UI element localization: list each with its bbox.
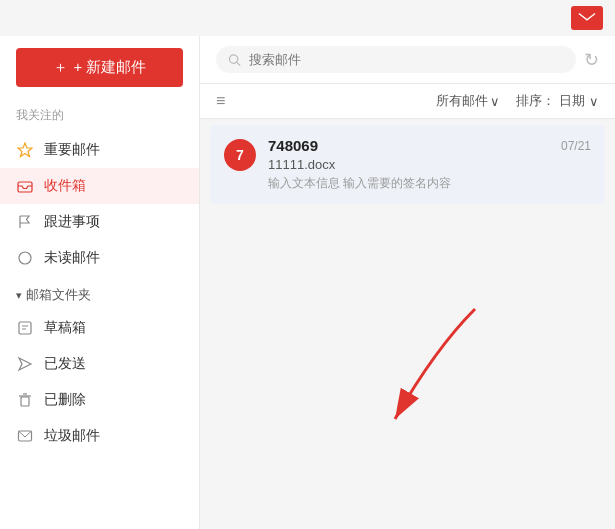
svg-rect-4 bbox=[19, 322, 31, 334]
inbox-icon bbox=[16, 177, 34, 195]
sidebar-item-deleted[interactable]: 已删除 bbox=[0, 382, 199, 418]
sort-dropdown[interactable]: 排序： 日期 ∨ bbox=[516, 92, 599, 110]
sidebar-item-unread[interactable]: 未读邮件 bbox=[0, 240, 199, 276]
email-header-row: 748069 07/21 bbox=[268, 137, 591, 154]
sidebar-item-drafts[interactable]: 草稿箱 bbox=[0, 310, 199, 346]
sidebar-item-inbox[interactable]: 收件箱 bbox=[0, 168, 199, 204]
filter-dropdown[interactable]: 所有邮件 ∨ bbox=[436, 92, 500, 110]
spam-label: 垃圾邮件 bbox=[44, 427, 100, 445]
search-icon bbox=[228, 53, 241, 67]
new-mail-button[interactable]: ＋ + 新建邮件 bbox=[16, 48, 183, 87]
followup-label: 跟进事项 bbox=[44, 213, 100, 231]
sort-value: 日期 bbox=[559, 92, 585, 110]
sidebar-item-important[interactable]: 重要邮件 bbox=[0, 132, 199, 168]
sort-arrow-icon: ∨ bbox=[589, 94, 599, 109]
svg-point-3 bbox=[19, 252, 31, 264]
drafts-label: 草稿箱 bbox=[44, 319, 86, 337]
mail-logo-icon bbox=[571, 6, 603, 30]
unread-label: 未读邮件 bbox=[44, 249, 100, 267]
email-sender: 748069 bbox=[268, 137, 318, 154]
folder-section-label: 邮箱文件夹 bbox=[26, 286, 91, 304]
top-bar bbox=[0, 0, 615, 36]
search-box[interactable] bbox=[216, 46, 576, 73]
sidebar: ＋ + 新建邮件 我关注的 重要邮件 收件箱 bbox=[0, 36, 200, 529]
email-subject: 11111.docx bbox=[268, 157, 591, 172]
folder-section-header[interactable]: ▾ 邮箱文件夹 bbox=[0, 276, 199, 310]
my-section-label: 我关注的 bbox=[0, 103, 199, 132]
svg-line-15 bbox=[237, 62, 240, 65]
refresh-icon[interactable]: ↻ bbox=[584, 49, 599, 71]
inbox-label: 收件箱 bbox=[44, 177, 86, 195]
deleted-label: 已删除 bbox=[44, 391, 86, 409]
sort-label: 排序： bbox=[516, 92, 555, 110]
sent-label: 已发送 bbox=[44, 355, 86, 373]
chevron-down-icon: ▾ bbox=[16, 289, 22, 302]
main-content: ↻ ≡ 所有邮件 ∨ 排序： 日期 ∨ 7 bbox=[200, 36, 615, 529]
svg-rect-8 bbox=[21, 397, 29, 406]
svg-rect-0 bbox=[578, 12, 596, 25]
email-date: 07/21 bbox=[561, 139, 591, 153]
filter-left: ≡ bbox=[216, 92, 225, 110]
email-content: 748069 07/21 11111.docx 输入文本信息 输入需要的签名内容 bbox=[268, 137, 591, 192]
svg-rect-2 bbox=[18, 182, 32, 192]
avatar: 7 bbox=[224, 139, 256, 171]
plus-icon: ＋ bbox=[53, 58, 68, 77]
sidebar-item-spam[interactable]: 垃圾邮件 bbox=[0, 418, 199, 454]
svg-marker-7 bbox=[19, 358, 31, 370]
svg-line-12 bbox=[19, 431, 26, 437]
sidebar-item-followup[interactable]: 跟进事项 bbox=[0, 204, 199, 240]
spam-icon bbox=[16, 427, 34, 445]
circle-icon bbox=[16, 249, 34, 267]
svg-line-13 bbox=[25, 431, 32, 437]
email-list: 7 748069 07/21 11111.docx 输入文本信息 输入需要的签名… bbox=[200, 119, 615, 529]
search-toolbar: ↻ bbox=[200, 36, 615, 84]
list-icon: ≡ bbox=[216, 92, 225, 110]
flag-icon bbox=[16, 213, 34, 231]
sidebar-item-sent[interactable]: 已发送 bbox=[0, 346, 199, 382]
svg-marker-1 bbox=[18, 143, 32, 157]
email-preview: 输入文本信息 输入需要的签名内容 bbox=[268, 175, 591, 192]
filter-bar: ≡ 所有邮件 ∨ 排序： 日期 ∨ bbox=[200, 84, 615, 119]
filter-label: 所有邮件 bbox=[436, 92, 488, 110]
email-item[interactable]: 7 748069 07/21 11111.docx 输入文本信息 输入需要的签名… bbox=[210, 125, 605, 204]
star-icon bbox=[16, 141, 34, 159]
important-label: 重要邮件 bbox=[44, 141, 100, 159]
draft-icon bbox=[16, 319, 34, 337]
new-mail-label: + 新建邮件 bbox=[74, 58, 147, 77]
filter-arrow-icon: ∨ bbox=[490, 94, 500, 109]
search-input[interactable] bbox=[249, 52, 564, 67]
svg-point-14 bbox=[229, 54, 237, 62]
sent-icon bbox=[16, 355, 34, 373]
trash-icon bbox=[16, 391, 34, 409]
main-layout: ＋ + 新建邮件 我关注的 重要邮件 收件箱 bbox=[0, 36, 615, 529]
